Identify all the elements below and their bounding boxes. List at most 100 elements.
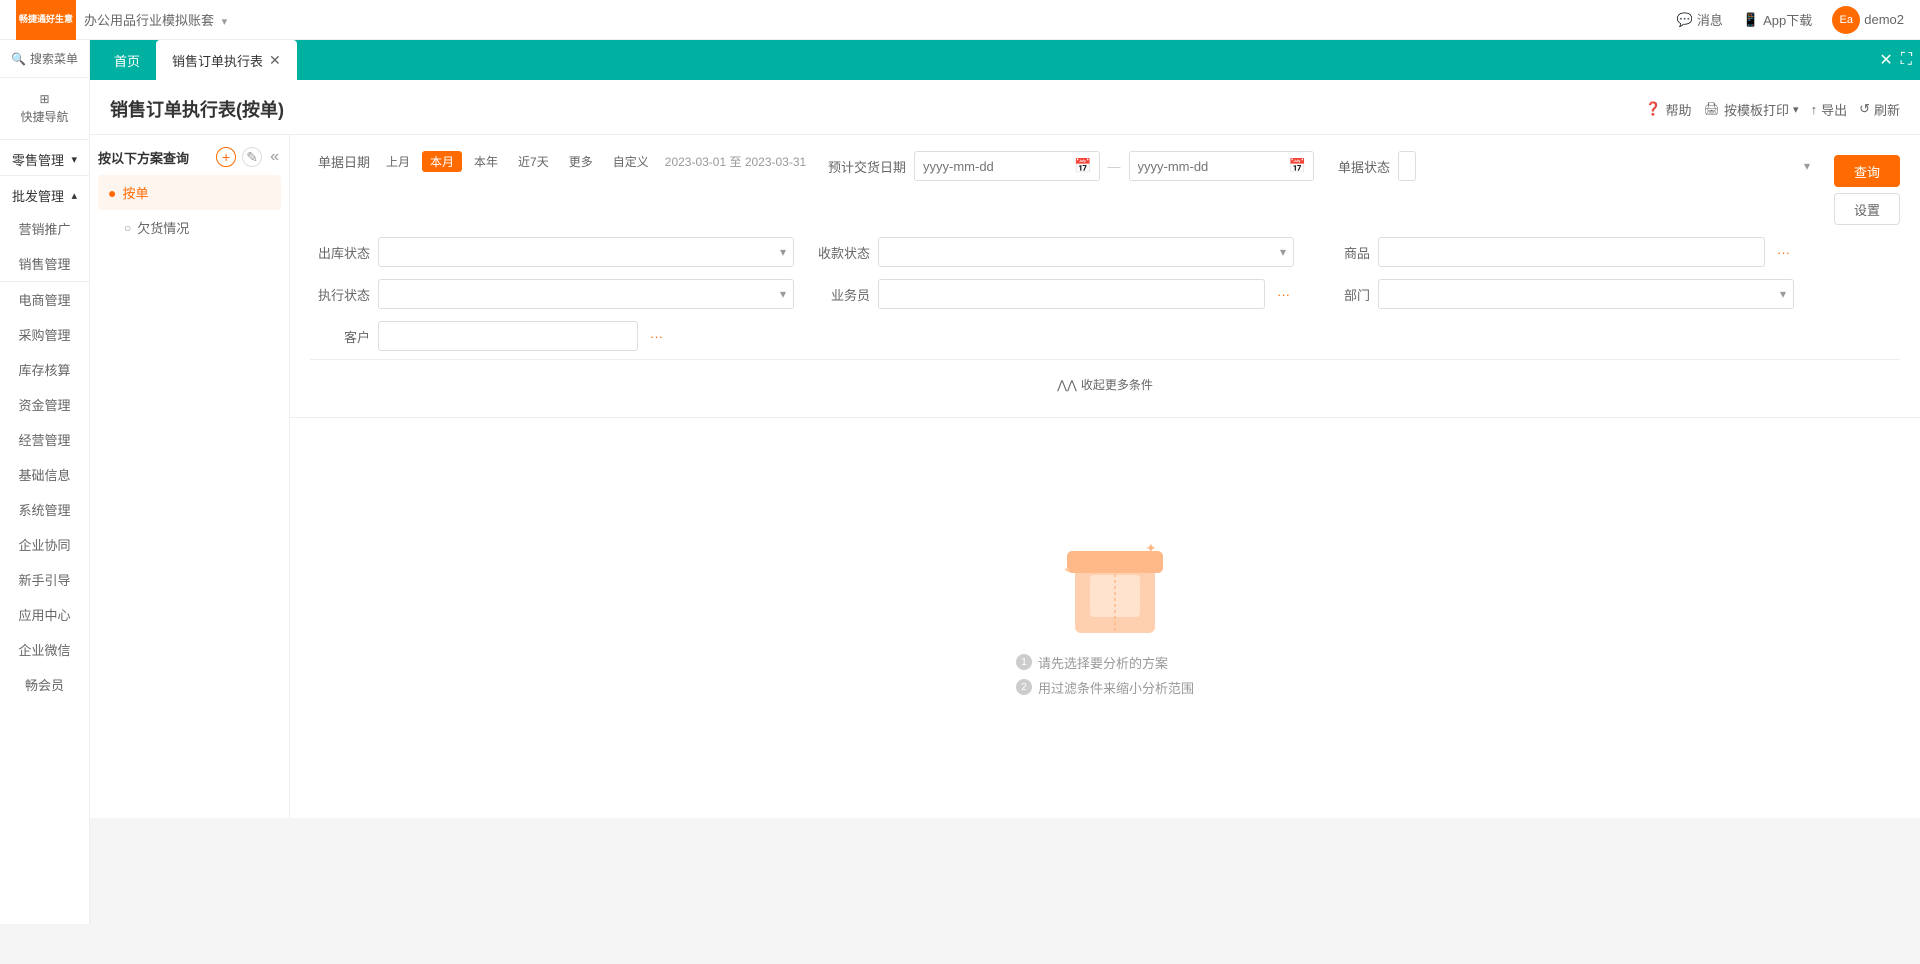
download-icon: 📱 <box>1743 12 1759 28</box>
sidebar-item-kuaijie[interactable]: ⊞ 快捷导航 <box>0 84 89 133</box>
sidebar-item-kucun[interactable]: 库存核算 <box>0 352 89 387</box>
sidebar-section-title-pifaggl[interactable]: 批发管理 ▴ <box>0 176 89 211</box>
edit-schema-btn[interactable]: ✎ <box>242 147 262 167</box>
recv-status-label: 收款状态 <box>810 243 870 262</box>
tab-home[interactable]: 首页 <box>98 40 156 80</box>
status-select-wrapper <box>1398 151 1818 181</box>
filter-recvstatus-group: 收款状态 <box>810 237 1294 267</box>
sidebar-item-xinshou[interactable]: 新手引导 <box>0 562 89 597</box>
empty-tips: 1 请先选择要分析的方案 2 用过滤条件来缩小分析范围 <box>1016 653 1194 703</box>
empty-tip-1: 1 请先选择要分析的方案 <box>1016 653 1194 672</box>
empty-icon-box: ✦ ✦ <box>1055 533 1155 633</box>
filter-row-4: 客户 ··· <box>310 321 1900 351</box>
sidebar-item-xiaoshou[interactable]: 销售管理 <box>0 246 89 281</box>
add-schema-btn[interactable]: + <box>216 147 236 167</box>
sidebar-item-yingxiao[interactable]: 营销推广 <box>0 211 89 246</box>
filter-row-2: 出库状态 收款状态 <box>310 237 1900 267</box>
empty-state: ✦ ✦ 1 请先选择要分析的方案 <box>1016 453 1194 783</box>
logo: 畅捷通好生意 <box>16 0 76 40</box>
recv-status-select-wrapper <box>878 237 1294 267</box>
tip-num-1: 1 <box>1016 654 1032 670</box>
date-range-text: 2023-03-01 至 2023-03-31 <box>665 153 806 170</box>
main-area: 首页 销售订单执行表 ✕ ✕ ⛶ 销售订单执行表(按单) ❓ 帮助 <box>90 40 1920 924</box>
results-area: ✦ ✦ 1 请先选择要分析的方案 <box>290 418 1920 818</box>
empty-illustration: ✦ ✦ <box>1055 533 1175 643</box>
sidebar-item-caigou[interactable]: 采购管理 <box>0 317 89 352</box>
dept-select[interactable] <box>1378 279 1794 309</box>
content-area: 按以下方案查询 + ✎ « ● 按单 ○ 欠货情况 <box>90 135 1920 818</box>
filter-goods-group: 商品 ··· <box>1310 237 1794 267</box>
tab-close-window-btn[interactable]: ✕ <box>1879 50 1892 70</box>
message-btn[interactable]: 💬 消息 <box>1677 10 1723 29</box>
expected-date-start[interactable] <box>914 151 1100 181</box>
salesperson-more-btn[interactable]: ··· <box>1273 287 1294 302</box>
app-download-btn[interactable]: 📱 App下载 <box>1743 10 1812 29</box>
status-label: 单据状态 <box>1330 157 1390 176</box>
tab-bar: 首页 销售订单执行表 ✕ ✕ ⛶ <box>90 40 1920 80</box>
empty-tip-2: 2 用过滤条件来缩小分析范围 <box>1016 678 1194 697</box>
salesperson-input[interactable] <box>878 279 1265 309</box>
date-tab-last7[interactable]: 近7天 <box>510 151 557 172</box>
top-bar-left: 畅捷通好生意 办公用品行业模拟账套 ▾ <box>16 0 227 40</box>
tab-expand-btn[interactable]: ⛶ <box>1901 51 1912 69</box>
date-tab-last-month[interactable]: 上月 <box>378 151 418 172</box>
search-menu-btn[interactable]: 🔍 搜索菜单 <box>0 40 89 78</box>
filter-date-group: 单据日期 上月 本月 本年 近7天 更多 自定义 2023-03-01 至 20… <box>310 151 810 172</box>
dept-label: 部门 <box>1310 285 1370 304</box>
calendar-start-icon[interactable]: 📅 <box>1074 158 1091 175</box>
out-status-select[interactable] <box>378 237 794 267</box>
goods-input[interactable] <box>1378 237 1765 267</box>
goods-more-btn[interactable]: ··· <box>1773 245 1794 260</box>
exec-status-select-wrapper <box>378 279 794 309</box>
sidebar-item-jingying[interactable]: 经营管理 <box>0 422 89 457</box>
template-print-btn[interactable]: 🖨 按模板打印 ▾ <box>1704 100 1799 119</box>
user-menu[interactable]: Ea demo2 <box>1832 6 1904 34</box>
goods-label: 商品 <box>1310 243 1370 262</box>
schema-item-qiankuan[interactable]: ○ 欠货情况 <box>98 210 281 245</box>
filter-expected-date-group: 预计交货日期 📅 — 📅 <box>826 151 1314 181</box>
dept-select-wrapper <box>1378 279 1794 309</box>
tab-sales-exec[interactable]: 销售订单执行表 ✕ <box>156 40 297 80</box>
exec-status-select[interactable] <box>378 279 794 309</box>
expected-date-label: 预计交货日期 <box>826 157 906 176</box>
date-tab-more[interactable]: 更多 <box>561 151 601 172</box>
filter-execstatus-group: 执行状态 <box>310 279 794 309</box>
help-btn[interactable]: ❓ 帮助 <box>1645 100 1691 119</box>
collapse-panel-btn[interactable]: « <box>268 148 281 166</box>
filter-salesperson-group: 业务员 ··· <box>810 279 1294 309</box>
expected-date-end[interactable] <box>1129 151 1315 181</box>
refresh-btn[interactable]: ↺ 刷新 <box>1859 100 1900 119</box>
sidebar-item-jichu[interactable]: 基础信息 <box>0 457 89 492</box>
sidebar-item-qiye[interactable]: 企业协同 <box>0 527 89 562</box>
sidebar-item-dianshang[interactable]: 电商管理 <box>0 282 89 317</box>
sidebar-item-qiyeweixin[interactable]: 企业微信 <box>0 632 89 667</box>
customer-label: 客户 <box>310 327 370 346</box>
sidebar-item-changhui[interactable]: 畅会员 <box>0 667 89 702</box>
settings-btn[interactable]: 设置 <box>1834 193 1900 225</box>
date-tab-this-year[interactable]: 本年 <box>466 151 506 172</box>
export-btn[interactable]: ↑ 导出 <box>1811 100 1848 119</box>
customer-more-btn[interactable]: ··· <box>646 329 667 344</box>
collapse-up-icon: ⋀⋀ <box>1057 378 1077 392</box>
dropdown-arrow-icon[interactable]: ▾ <box>222 16 228 28</box>
out-status-select-wrapper <box>378 237 794 267</box>
collapse-btn[interactable]: ⋀⋀ 收起更多条件 <box>310 368 1900 401</box>
sidebar-item-xitong[interactable]: 系统管理 <box>0 492 89 527</box>
tab-close-icon[interactable]: ✕ <box>269 52 281 69</box>
app-title[interactable]: 办公用品行业模拟账套 ▾ <box>84 10 227 29</box>
filter-status-group: 单据状态 <box>1330 151 1818 181</box>
sidebar-section-lingshouggl: 零售管理 ▾ <box>0 140 89 176</box>
schema-item-ansan[interactable]: ● 按单 <box>98 175 281 210</box>
top-bar-right: 💬 消息 📱 App下载 Ea demo2 <box>1677 6 1904 34</box>
query-btn[interactable]: 查询 <box>1834 155 1900 187</box>
sidebar-item-yingyong[interactable]: 应用中心 <box>0 597 89 632</box>
recv-status-select[interactable] <box>878 237 1294 267</box>
calendar-end-icon[interactable]: 📅 <box>1289 158 1306 175</box>
date-tab-this-month[interactable]: 本月 <box>422 151 462 172</box>
date-tab-custom[interactable]: 自定义 <box>605 151 657 172</box>
customer-input[interactable] <box>378 321 638 351</box>
sidebar-item-zijin[interactable]: 资金管理 <box>0 387 89 422</box>
sidebar-section-title-lingshouggl[interactable]: 零售管理 ▾ <box>0 140 89 175</box>
status-select[interactable] <box>1398 151 1416 181</box>
filter-results-area: 单据日期 上月 本月 本年 近7天 更多 自定义 2023-03-01 至 20… <box>290 135 1920 818</box>
